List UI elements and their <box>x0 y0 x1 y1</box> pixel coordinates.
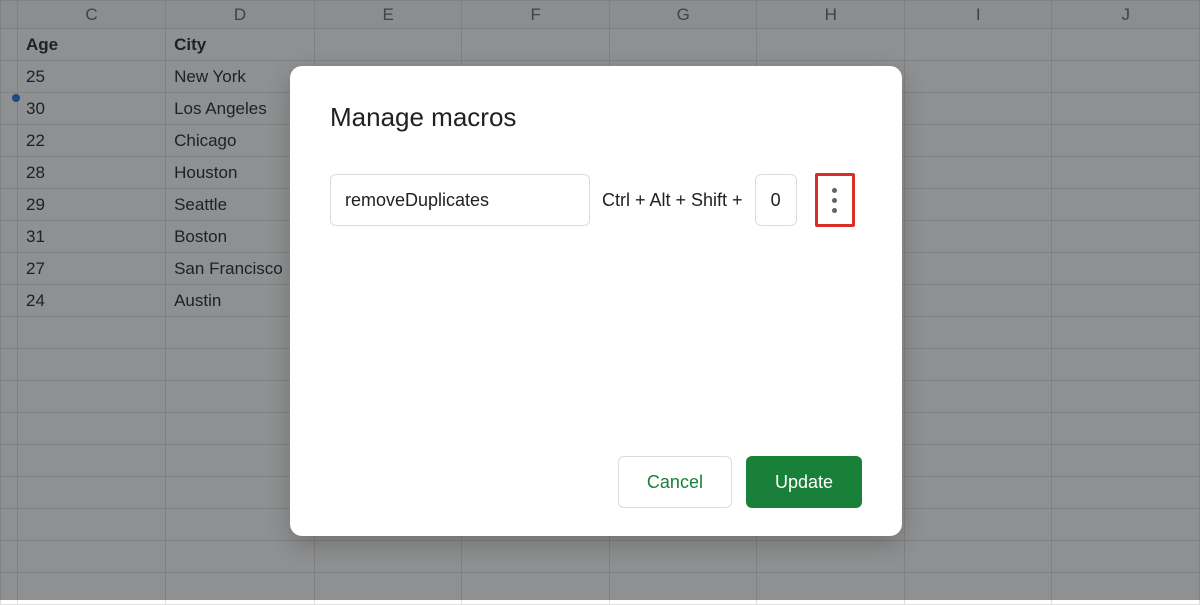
shortcut-key-input[interactable] <box>755 174 797 226</box>
update-button[interactable]: Update <box>746 456 862 508</box>
shortcut-prefix-label: Ctrl + Alt + Shift + <box>602 190 743 211</box>
dialog-footer: Cancel Update <box>330 456 862 508</box>
macro-more-options-button[interactable] <box>815 173 855 227</box>
dialog-title: Manage macros <box>330 102 862 133</box>
manage-macros-dialog: Manage macros Ctrl + Alt + Shift + Cance… <box>290 66 902 536</box>
cancel-button[interactable]: Cancel <box>618 456 732 508</box>
macro-row: Ctrl + Alt + Shift + <box>330 173 862 227</box>
macro-name-input[interactable] <box>330 174 590 226</box>
more-vertical-icon <box>832 188 837 213</box>
